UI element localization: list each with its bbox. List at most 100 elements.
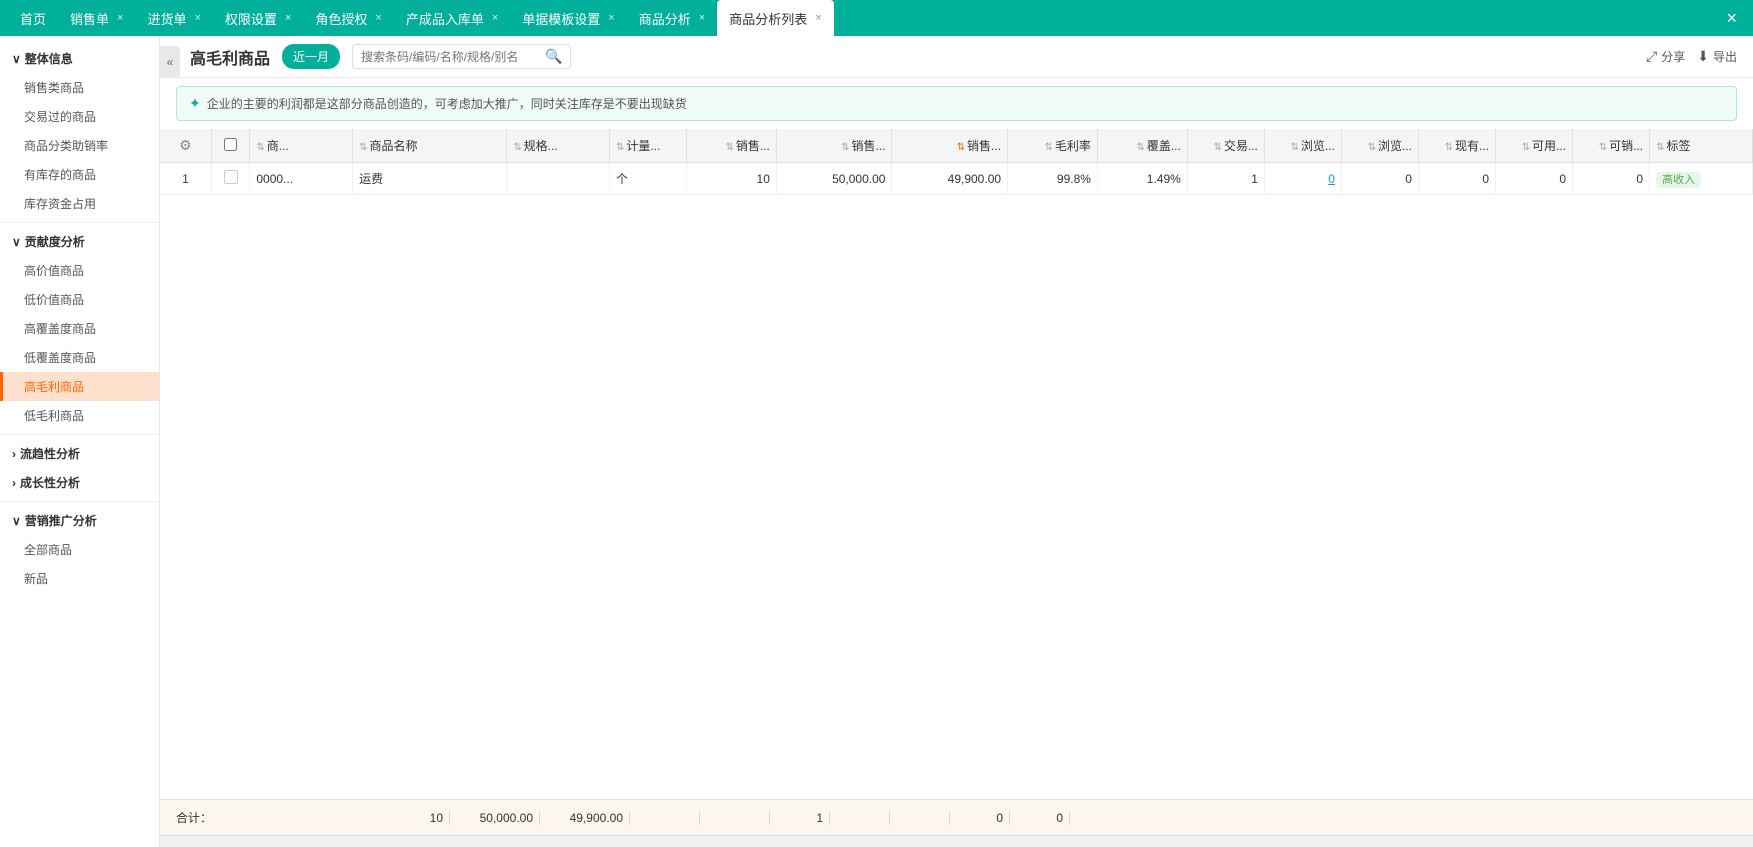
cell-name: 运费 (353, 163, 507, 195)
cell-view2: 0 (1341, 163, 1418, 195)
nav-close-role[interactable]: × (375, 12, 381, 24)
th-sales-qty[interactable]: ⇅销售... (687, 129, 777, 163)
sidebar-item-low-coverage[interactable]: 低覆盖度商品 (0, 343, 159, 372)
th-tag[interactable]: ⇅标签 (1650, 129, 1753, 163)
nav-close-analysis[interactable]: × (699, 12, 705, 24)
filter-recent-month[interactable]: 近一月 (282, 44, 340, 69)
top-nav: 首页 销售单 × 进货单 × 权限设置 × 角色授权 × 产成品入库单 × 单据… (0, 0, 1753, 36)
sidebar-item-low-value[interactable]: 低价值商品 (0, 285, 159, 314)
share-btn[interactable]: ⤢ 分享 (1646, 48, 1685, 65)
nav-product-warehouse[interactable]: 产成品入库单 × (394, 0, 510, 36)
header-right: ⤢ 分享 ⬇ 导出 (1646, 48, 1737, 65)
sidebar-item-all-goods[interactable]: 全部商品 (0, 535, 159, 564)
nav-close-purchase[interactable]: × (194, 12, 200, 24)
nav-close-product[interactable]: × (492, 12, 498, 24)
nav-close-template[interactable]: × (608, 12, 614, 24)
th-sales-amount[interactable]: ⇅销售... (776, 129, 892, 163)
th-available[interactable]: ⇅可用... (1496, 129, 1573, 163)
footer-label: 合计： (160, 809, 380, 826)
footer-coverage (700, 811, 770, 825)
sidebar-item-in-stock[interactable]: 有库存的商品 (0, 160, 159, 189)
main-layout: ∨ 整体信息 销售类商品 交易过的商品 商品分类助销率 有库存的商品 库存资金占… (0, 36, 1753, 847)
content-area: « 高毛利商品 近一月 🔍 ⤢ 分享 ⬇ 导出 ✦ 企 (160, 36, 1753, 847)
nav-goods-analysis[interactable]: 商品分析 × (627, 0, 717, 36)
chevron-right-icon: › (12, 447, 16, 461)
sidebar-group-growth[interactable]: › 成长性分析 (0, 468, 159, 497)
sidebar-item-category-rate[interactable]: 商品分类助销率 (0, 131, 159, 160)
cell-sales-qty: 10 (687, 163, 777, 195)
search-icon[interactable]: 🔍 (545, 48, 562, 65)
sidebar-item-high-coverage[interactable]: 高覆盖度商品 (0, 314, 159, 343)
nav-goods-analysis-list[interactable]: 商品分析列表 × (717, 0, 833, 36)
nav-role-auth[interactable]: 角色授权 × (303, 0, 393, 36)
cell-gross-rate: 99.8% (1008, 163, 1098, 195)
select-all-checkbox[interactable] (224, 138, 237, 151)
th-trade[interactable]: ⇅交易... (1187, 129, 1264, 163)
th-check[interactable] (211, 129, 250, 163)
cell-sales-amount: 50,000.00 (776, 163, 892, 195)
cell-code: 0000... (250, 163, 353, 195)
cell-sellable: 0 (1573, 163, 1650, 195)
sidebar-collapse-btn[interactable]: « (160, 46, 180, 78)
th-view2[interactable]: ⇅浏览... (1341, 129, 1418, 163)
footer-sales-amount: 50,000.00 (450, 811, 540, 825)
info-icon: ✦ (189, 95, 201, 112)
window-close-btn[interactable]: × (1718, 8, 1745, 29)
sidebar-group-marketing[interactable]: ∨ 营销推广分析 (0, 506, 159, 535)
nav-home[interactable]: 首页 (8, 0, 58, 36)
th-sellable[interactable]: ⇅可销... (1573, 129, 1650, 163)
sidebar-item-traded-goods[interactable]: 交易过的商品 (0, 102, 159, 131)
th-sales-profit[interactable]: ⇅销售... (892, 129, 1008, 163)
chevron-down-icon-3: ∨ (12, 514, 21, 528)
footer-rate (630, 811, 700, 825)
nav-close-sales[interactable]: × (117, 12, 123, 24)
footer-cells: 10 50,000.00 49,900.00 1 0 0 (380, 811, 1753, 825)
nav-sales-order[interactable]: 销售单 × (58, 0, 135, 36)
search-box: 🔍 (352, 44, 571, 69)
cell-current: 0 (1418, 163, 1495, 195)
th-name[interactable]: ⇅商品名称 (353, 129, 507, 163)
footer-current: 0 (950, 811, 1010, 825)
th-code[interactable]: ⇅商... (250, 129, 353, 163)
export-btn[interactable]: ⬇ 导出 (1697, 48, 1737, 65)
row-checkbox[interactable] (224, 170, 238, 184)
th-view1[interactable]: ⇅浏览... (1264, 129, 1341, 163)
footer-available: 0 (1010, 811, 1070, 825)
cell-view1[interactable]: 0 (1264, 163, 1341, 195)
nav-close-analysis-list[interactable]: × (815, 12, 821, 24)
page-title: 高毛利商品 (190, 45, 270, 69)
sidebar-item-high-value[interactable]: 高价值商品 (0, 256, 159, 285)
sidebar-item-stock-capital[interactable]: 库存资金占用 (0, 189, 159, 218)
sidebar-item-new-goods[interactable]: 新品 (0, 564, 159, 593)
sidebar-item-high-margin[interactable]: 高毛利商品 (0, 372, 159, 401)
th-coverage[interactable]: ⇅覆盖... (1097, 129, 1187, 163)
sidebar-group-overall[interactable]: ∨ 整体信息 (0, 44, 159, 73)
export-icon: ⬇ (1697, 48, 1709, 65)
sidebar-item-sales-goods[interactable]: 销售类商品 (0, 73, 159, 102)
footer-trade: 1 (770, 811, 830, 825)
search-input[interactable] (361, 50, 541, 64)
cell-spec (507, 163, 610, 195)
chevron-down-icon: ∨ (12, 52, 21, 66)
share-icon: ⤢ (1646, 48, 1657, 65)
data-table-container: ⚙ ⇅商... ⇅商品名称 ⇅规格... ⇅计量... ⇅销售... ⇅销售..… (160, 129, 1753, 799)
cell-tag: 高收入 (1650, 163, 1753, 195)
cell-unit: 个 (609, 163, 686, 195)
cell-check[interactable] (211, 163, 250, 195)
settings-icon[interactable]: ⚙ (179, 137, 192, 153)
th-num: ⚙ (160, 129, 211, 163)
nav-template-settings[interactable]: 单据模板设置 × (510, 0, 626, 36)
bottom-scrollbar[interactable] (160, 835, 1753, 847)
table-row: 1 0000... 运费 个 10 50,000.00 49,900.00 99… (160, 163, 1753, 195)
nav-close-permission[interactable]: × (285, 12, 291, 24)
th-spec[interactable]: ⇅规格... (507, 129, 610, 163)
sidebar-item-low-margin[interactable]: 低毛利商品 (0, 401, 159, 430)
th-unit[interactable]: ⇅计量... (609, 129, 686, 163)
th-gross-rate[interactable]: ⇅毛利率 (1008, 129, 1098, 163)
nav-permission[interactable]: 权限设置 × (213, 0, 303, 36)
sidebar: ∨ 整体信息 销售类商品 交易过的商品 商品分类助销率 有库存的商品 库存资金占… (0, 36, 160, 847)
nav-purchase-order[interactable]: 进货单 × (135, 0, 212, 36)
th-current[interactable]: ⇅现有... (1418, 129, 1495, 163)
sidebar-group-contribution[interactable]: ∨ 贡献度分析 (0, 227, 159, 256)
sidebar-group-trend[interactable]: › 流趋性分析 (0, 439, 159, 468)
